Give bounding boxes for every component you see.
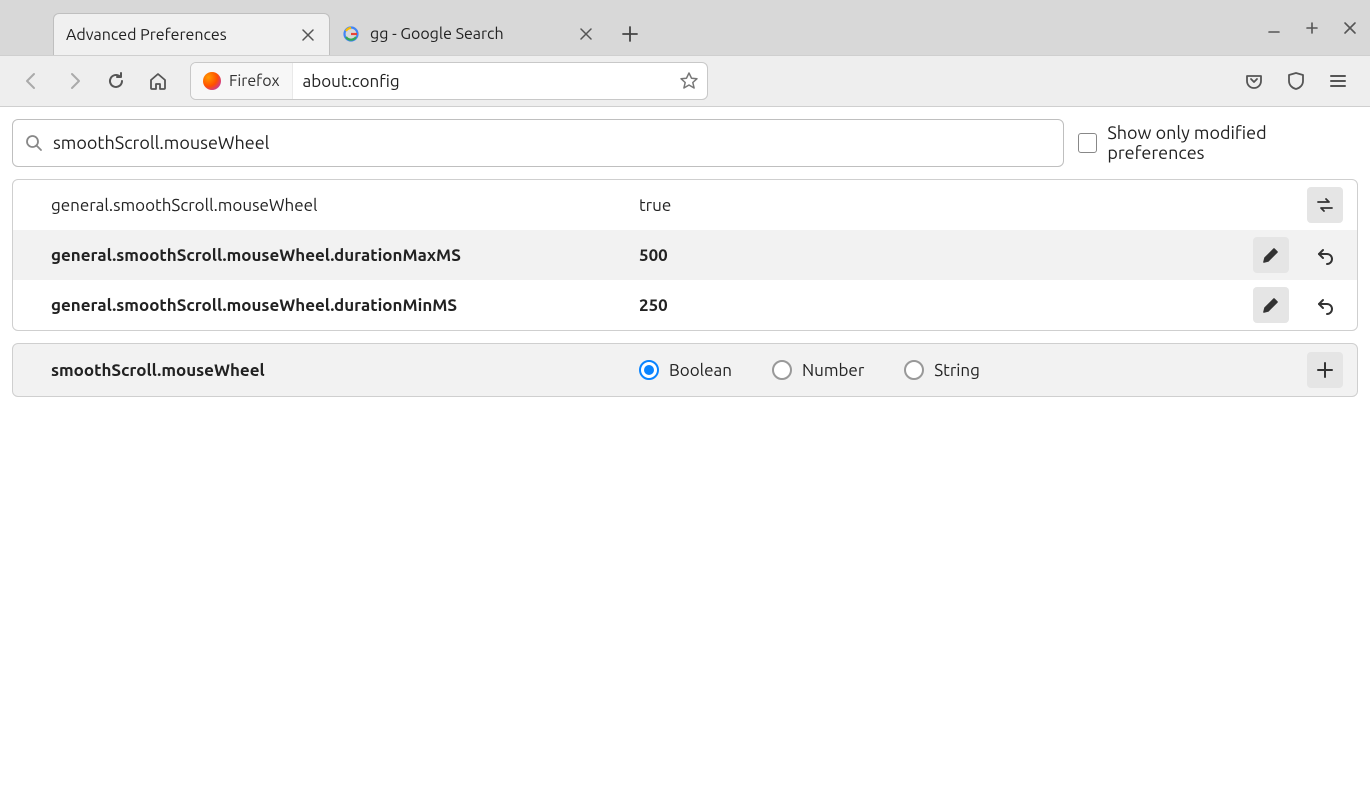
window-minimize-button[interactable] (1262, 16, 1286, 40)
toggle-button[interactable] (1307, 187, 1343, 223)
show-only-modified-checkbox[interactable]: Show only modified preferences (1078, 123, 1358, 163)
home-button[interactable] (140, 63, 176, 99)
titlebar: Advanced Preferences gg - Google Search (0, 0, 1370, 55)
identity-label: Firefox (229, 72, 280, 90)
pocket-button[interactable] (1236, 63, 1272, 99)
radio-dot (772, 360, 792, 380)
identity-box[interactable]: Firefox (191, 63, 293, 99)
undo-icon (1315, 295, 1335, 315)
type-radio-group: Boolean Number String (639, 360, 1307, 380)
address-input[interactable] (293, 72, 671, 91)
about-config-page: Show only modified preferences general.s… (0, 107, 1370, 409)
search-input[interactable] (53, 133, 1051, 153)
pref-row[interactable]: general.smoothScroll.mouseWheel true (13, 180, 1357, 230)
checkbox-box (1078, 133, 1097, 153)
pref-name: general.smoothScroll.mouseWheel (51, 196, 639, 215)
close-tab-icon[interactable] (299, 26, 317, 44)
radio-dot (904, 360, 924, 380)
tab-google-search[interactable]: gg - Google Search (330, 13, 607, 55)
radio-label: String (934, 361, 980, 380)
pref-value: 250 (639, 296, 1253, 315)
tab-title: Advanced Preferences (66, 26, 299, 44)
edit-button[interactable] (1253, 287, 1289, 323)
back-button[interactable] (14, 63, 50, 99)
window-controls (1262, 0, 1362, 55)
search-box[interactable] (12, 119, 1064, 167)
firefox-icon (203, 72, 221, 90)
ublock-button[interactable] (1278, 63, 1314, 99)
search-row: Show only modified preferences (12, 119, 1358, 167)
window-maximize-button[interactable] (1300, 16, 1324, 40)
pref-table: general.smoothScroll.mouseWheel true gen… (12, 179, 1358, 331)
google-favicon-icon (342, 25, 360, 43)
plus-icon (1316, 361, 1334, 379)
pencil-icon (1262, 296, 1280, 314)
undo-icon (1315, 245, 1335, 265)
app-menu-button[interactable] (1320, 63, 1356, 99)
radio-label: Number (802, 361, 864, 380)
pref-name: general.smoothScroll.mouseWheel.duration… (51, 296, 639, 315)
bookmark-star-icon[interactable] (671, 63, 707, 99)
pref-value: 500 (639, 246, 1253, 265)
checkbox-label: Show only modified preferences (1107, 123, 1358, 163)
pref-name: general.smoothScroll.mouseWheel.duration… (51, 246, 639, 265)
tab-title: gg - Google Search (370, 25, 577, 43)
url-bar[interactable]: Firefox (190, 62, 708, 100)
nav-toolbar: Firefox (0, 55, 1370, 107)
pref-value: true (639, 196, 1307, 215)
reset-button[interactable] (1307, 237, 1343, 273)
toggle-icon (1315, 195, 1335, 215)
reset-button[interactable] (1307, 287, 1343, 323)
add-pref-button[interactable] (1307, 352, 1343, 388)
new-pref-name: smoothScroll.mouseWheel (51, 361, 639, 380)
radio-label: Boolean (669, 361, 732, 380)
search-icon (25, 134, 43, 152)
reload-button[interactable] (98, 63, 134, 99)
new-tab-button[interactable] (613, 17, 647, 51)
forward-button[interactable] (56, 63, 92, 99)
close-tab-icon[interactable] (577, 25, 595, 43)
new-pref-row: smoothScroll.mouseWheel Boolean Number S… (12, 343, 1358, 397)
pencil-icon (1262, 246, 1280, 264)
type-radio-number[interactable]: Number (772, 360, 864, 380)
tab-strip: Advanced Preferences gg - Google Search (0, 0, 647, 55)
type-radio-boolean[interactable]: Boolean (639, 360, 732, 380)
edit-button[interactable] (1253, 237, 1289, 273)
radio-dot (639, 360, 659, 380)
type-radio-string[interactable]: String (904, 360, 980, 380)
tab-advanced-preferences[interactable]: Advanced Preferences (53, 13, 330, 55)
window-close-button[interactable] (1338, 16, 1362, 40)
pref-row[interactable]: general.smoothScroll.mouseWheel.duration… (13, 230, 1357, 280)
pref-row[interactable]: general.smoothScroll.mouseWheel.duration… (13, 280, 1357, 330)
